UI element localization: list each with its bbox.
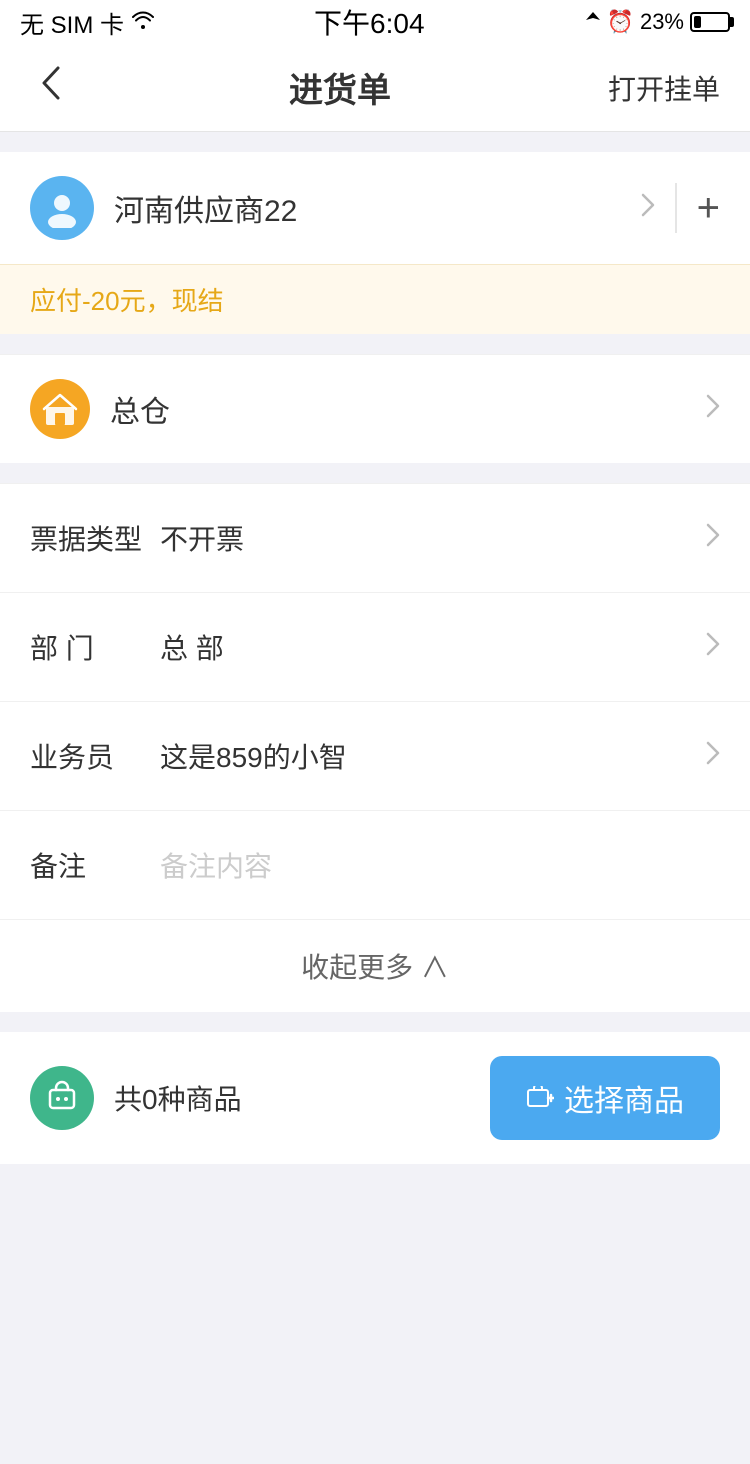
supplier-divider [675,183,677,233]
battery-percent: 23% [640,9,684,35]
warehouse-name: 总仓 [110,387,706,431]
salesperson-value: 这是859的小智 [160,736,706,776]
supplier-section: 河南供应商22 + 应付-20元，现结 [0,152,750,334]
gray-fill-area [0,1164,750,1464]
page-title: 进货单 [289,63,391,112]
bottom-divider [0,1012,750,1032]
carrier-text: 无 SIM 卡 [20,5,124,40]
remark-label: 备注 [30,845,160,885]
status-time: 下午6:04 [314,2,425,42]
collapse-label: 收起更多 ∧ [301,952,449,983]
select-product-button[interactable]: 选择商品 [490,1056,720,1140]
top-divider [0,132,750,152]
middle-divider-2 [0,463,750,483]
back-button[interactable] [30,55,72,120]
salesperson-row[interactable]: 业务员 这是859的小智 [0,701,750,810]
status-bar: 无 SIM 卡 下午6:04 ⏰ 23% [0,0,750,44]
warehouse-section: 总仓 [0,354,750,463]
department-chevron-icon [706,631,720,663]
bottom-bar: 共0种商品 选择商品 [0,1032,750,1164]
invoice-type-row[interactable]: 票据类型 不开票 [0,483,750,592]
add-supplier-button[interactable]: + [697,186,720,231]
invoice-type-label: 票据类型 [30,518,160,558]
product-count: 共0种商品 [114,1078,470,1118]
wifi-icon [132,8,154,36]
cart-icon [30,1066,94,1130]
status-icons: ⏰ 23% [585,9,730,35]
select-product-label: 选择商品 [564,1076,684,1120]
middle-divider-1 [0,334,750,354]
department-label: 部 门 [30,627,160,667]
warehouse-row[interactable]: 总仓 [0,354,750,463]
collapse-button[interactable]: 收起更多 ∧ [0,919,750,1012]
supplier-name: 河南供应商22 [114,186,641,230]
warehouse-chevron-icon [706,393,720,425]
nav-bar: 进货单 打开挂单 [0,44,750,132]
open-pending-button[interactable]: 打开挂单 [608,68,720,108]
status-carrier: 无 SIM 卡 [20,5,154,40]
notice-bar: 应付-20元，现结 [0,264,750,334]
notice-text: 应付-20元，现结 [30,286,224,316]
location-icon [585,9,601,35]
invoice-type-value: 不开票 [160,518,706,558]
supplier-chevron-icon [641,192,655,224]
supplier-avatar [30,176,94,240]
alarm-icon: ⏰ [607,9,634,35]
remark-row[interactable]: 备注 备注内容 [0,810,750,919]
salesperson-chevron-icon [706,740,720,772]
remark-placeholder: 备注内容 [160,845,720,885]
form-section: 票据类型 不开票 部 门 总 部 业务员 这是859的小智 备注 备注内容 收起… [0,483,750,1012]
supplier-row[interactable]: 河南供应商22 + [0,152,750,264]
battery-icon [690,12,730,32]
invoice-type-chevron-icon [706,522,720,554]
warehouse-icon [30,379,90,439]
department-value: 总 部 [160,627,706,667]
salesperson-label: 业务员 [30,736,160,776]
department-row[interactable]: 部 门 总 部 [0,592,750,701]
